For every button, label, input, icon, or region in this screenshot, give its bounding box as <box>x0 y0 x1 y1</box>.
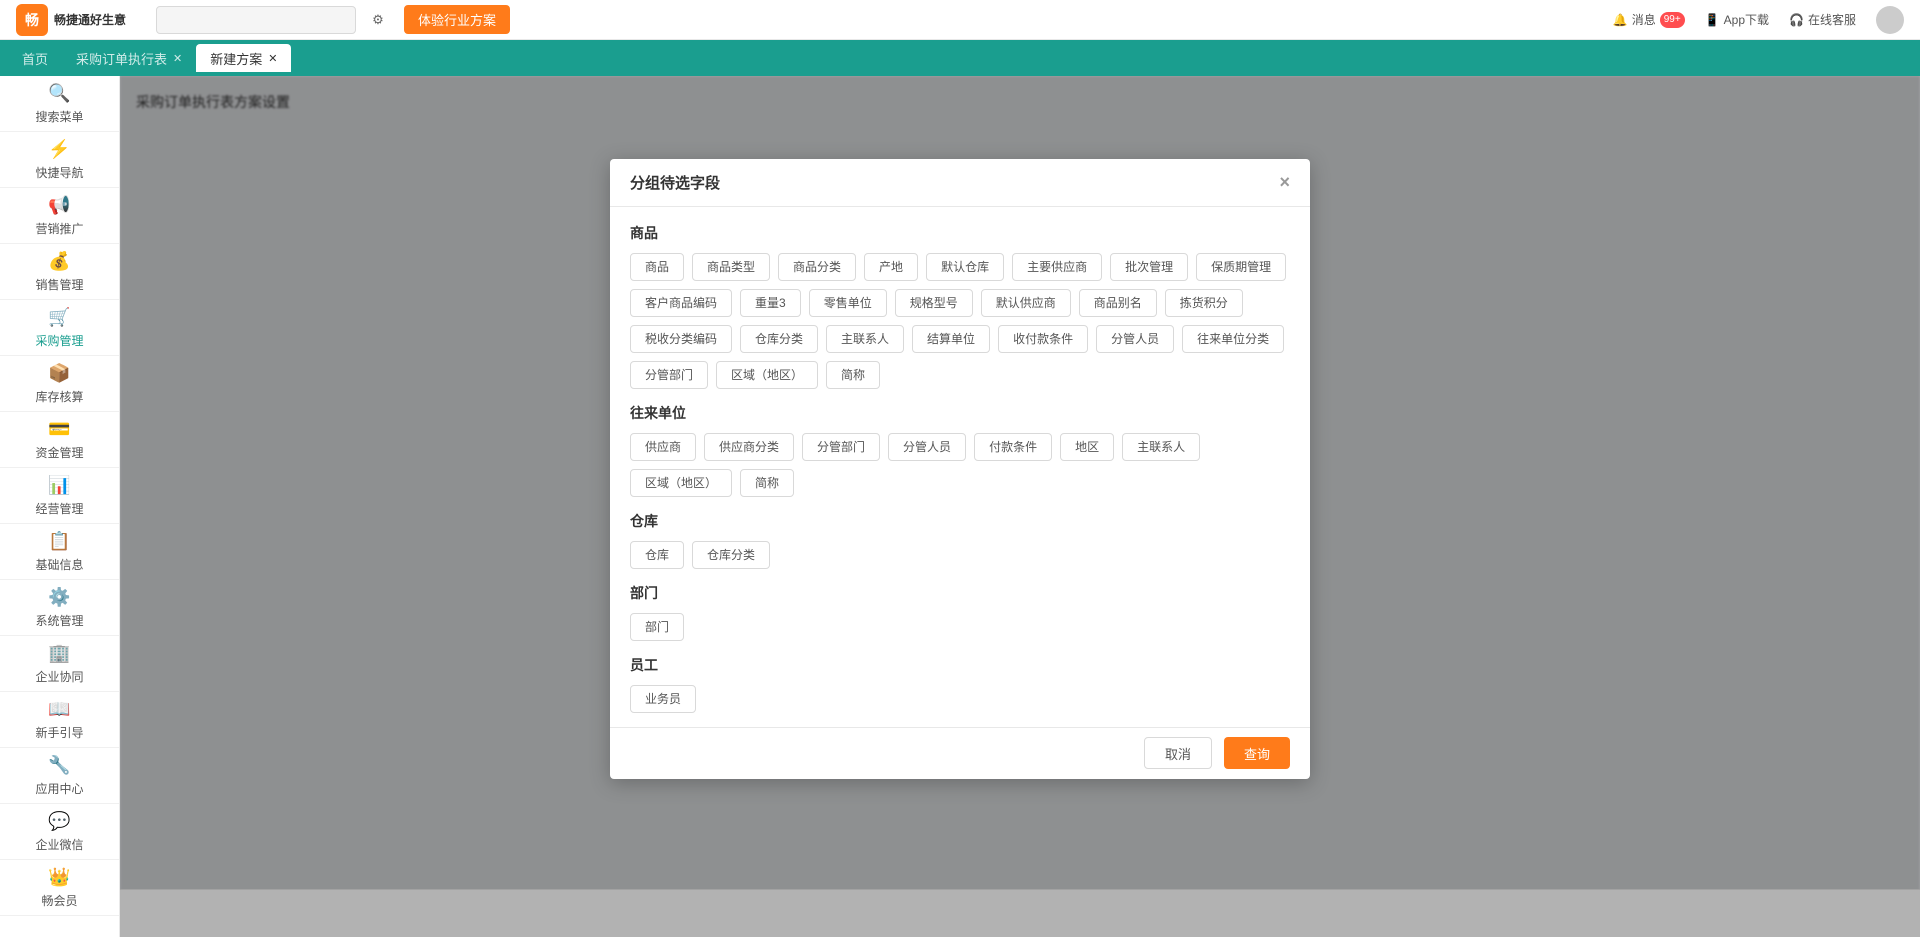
field-tag-0-1[interactable]: 商品类型 <box>692 253 770 281</box>
field-tag-0-19[interactable]: 收付款条件 <box>998 325 1088 353</box>
field-tag-0-0[interactable]: 商品 <box>630 253 684 281</box>
field-tag-1-3[interactable]: 分管人员 <box>888 433 966 461</box>
field-tag-0-17[interactable]: 主联系人 <box>826 325 904 353</box>
section-title-0: 商品 <box>630 223 1290 243</box>
field-tag-2-0[interactable]: 仓库 <box>630 541 684 569</box>
field-tag-1-0[interactable]: 供应商 <box>630 433 696 461</box>
field-tag-1-2[interactable]: 分管部门 <box>802 433 880 461</box>
field-tag-3-0[interactable]: 部门 <box>630 613 684 641</box>
modal: 分组待选字段 × 商品商品商品类型商品分类产地默认仓库主要供应商批次管理保质期管… <box>610 159 1310 779</box>
modal-title: 分组待选字段 <box>630 172 720 193</box>
field-tag-0-11[interactable]: 规格型号 <box>895 289 973 317</box>
field-tag-0-4[interactable]: 默认仓库 <box>926 253 1004 281</box>
field-tag-0-12[interactable]: 默认供应商 <box>981 289 1071 317</box>
field-grid-2: 仓库仓库分类 <box>630 541 1290 569</box>
field-tag-0-23[interactable]: 区域（地区） <box>716 361 818 389</box>
field-tag-0-2[interactable]: 商品分类 <box>778 253 856 281</box>
field-tag-0-15[interactable]: 税收分类编码 <box>630 325 732 353</box>
modal-wrapper: 分组待选字段 × 商品商品商品类型商品分类产地默认仓库主要供应商批次管理保质期管… <box>0 0 1920 937</box>
field-grid-3: 部门 <box>630 613 1290 641</box>
field-tag-0-9[interactable]: 重量3 <box>740 289 801 317</box>
confirm-button[interactable]: 查询 <box>1224 737 1290 769</box>
field-tag-1-5[interactable]: 地区 <box>1060 433 1114 461</box>
field-tag-0-24[interactable]: 简称 <box>826 361 880 389</box>
field-tag-0-3[interactable]: 产地 <box>864 253 918 281</box>
field-tag-0-21[interactable]: 往来单位分类 <box>1182 325 1284 353</box>
field-tag-1-6[interactable]: 主联系人 <box>1122 433 1200 461</box>
field-tag-1-8[interactable]: 简称 <box>740 469 794 497</box>
section-title-1: 往来单位 <box>630 403 1290 423</box>
cancel-button[interactable]: 取消 <box>1144 737 1212 769</box>
section-title-3: 部门 <box>630 583 1290 603</box>
field-tag-0-18[interactable]: 结算单位 <box>912 325 990 353</box>
field-grid-4: 业务员 <box>630 685 1290 713</box>
field-tag-0-8[interactable]: 客户商品编码 <box>630 289 732 317</box>
section-title-2: 仓库 <box>630 511 1290 531</box>
modal-header: 分组待选字段 × <box>610 159 1310 207</box>
field-tag-1-4[interactable]: 付款条件 <box>974 433 1052 461</box>
field-tag-0-14[interactable]: 拣货积分 <box>1165 289 1243 317</box>
field-grid-1: 供应商供应商分类分管部门分管人员付款条件地区主联系人区域（地区） 简称 <box>630 433 1290 497</box>
field-tag-0-22[interactable]: 分管部门 <box>630 361 708 389</box>
modal-close-button[interactable]: × <box>1279 172 1290 193</box>
section-title-4: 员工 <box>630 655 1290 675</box>
field-grid-0: 商品商品类型商品分类产地默认仓库主要供应商批次管理保质期管理客户商品编码重量3 零… <box>630 253 1290 389</box>
field-tag-0-13[interactable]: 商品别名 <box>1079 289 1157 317</box>
field-tag-0-5[interactable]: 主要供应商 <box>1012 253 1102 281</box>
modal-body: 商品商品商品类型商品分类产地默认仓库主要供应商批次管理保质期管理客户商品编码重量… <box>610 207 1310 727</box>
field-tag-2-1[interactable]: 仓库分类 <box>692 541 770 569</box>
field-tag-0-16[interactable]: 仓库分类 <box>740 325 818 353</box>
field-tag-1-7[interactable]: 区域（地区） <box>630 469 732 497</box>
field-tag-0-7[interactable]: 保质期管理 <box>1196 253 1286 281</box>
field-tag-0-10[interactable]: 零售单位 <box>809 289 887 317</box>
modal-footer: 取消 查询 <box>610 727 1310 779</box>
field-tag-4-0[interactable]: 业务员 <box>630 685 696 713</box>
field-tag-0-20[interactable]: 分管人员 <box>1096 325 1174 353</box>
field-tag-0-6[interactable]: 批次管理 <box>1110 253 1188 281</box>
field-tag-1-1[interactable]: 供应商分类 <box>704 433 794 461</box>
